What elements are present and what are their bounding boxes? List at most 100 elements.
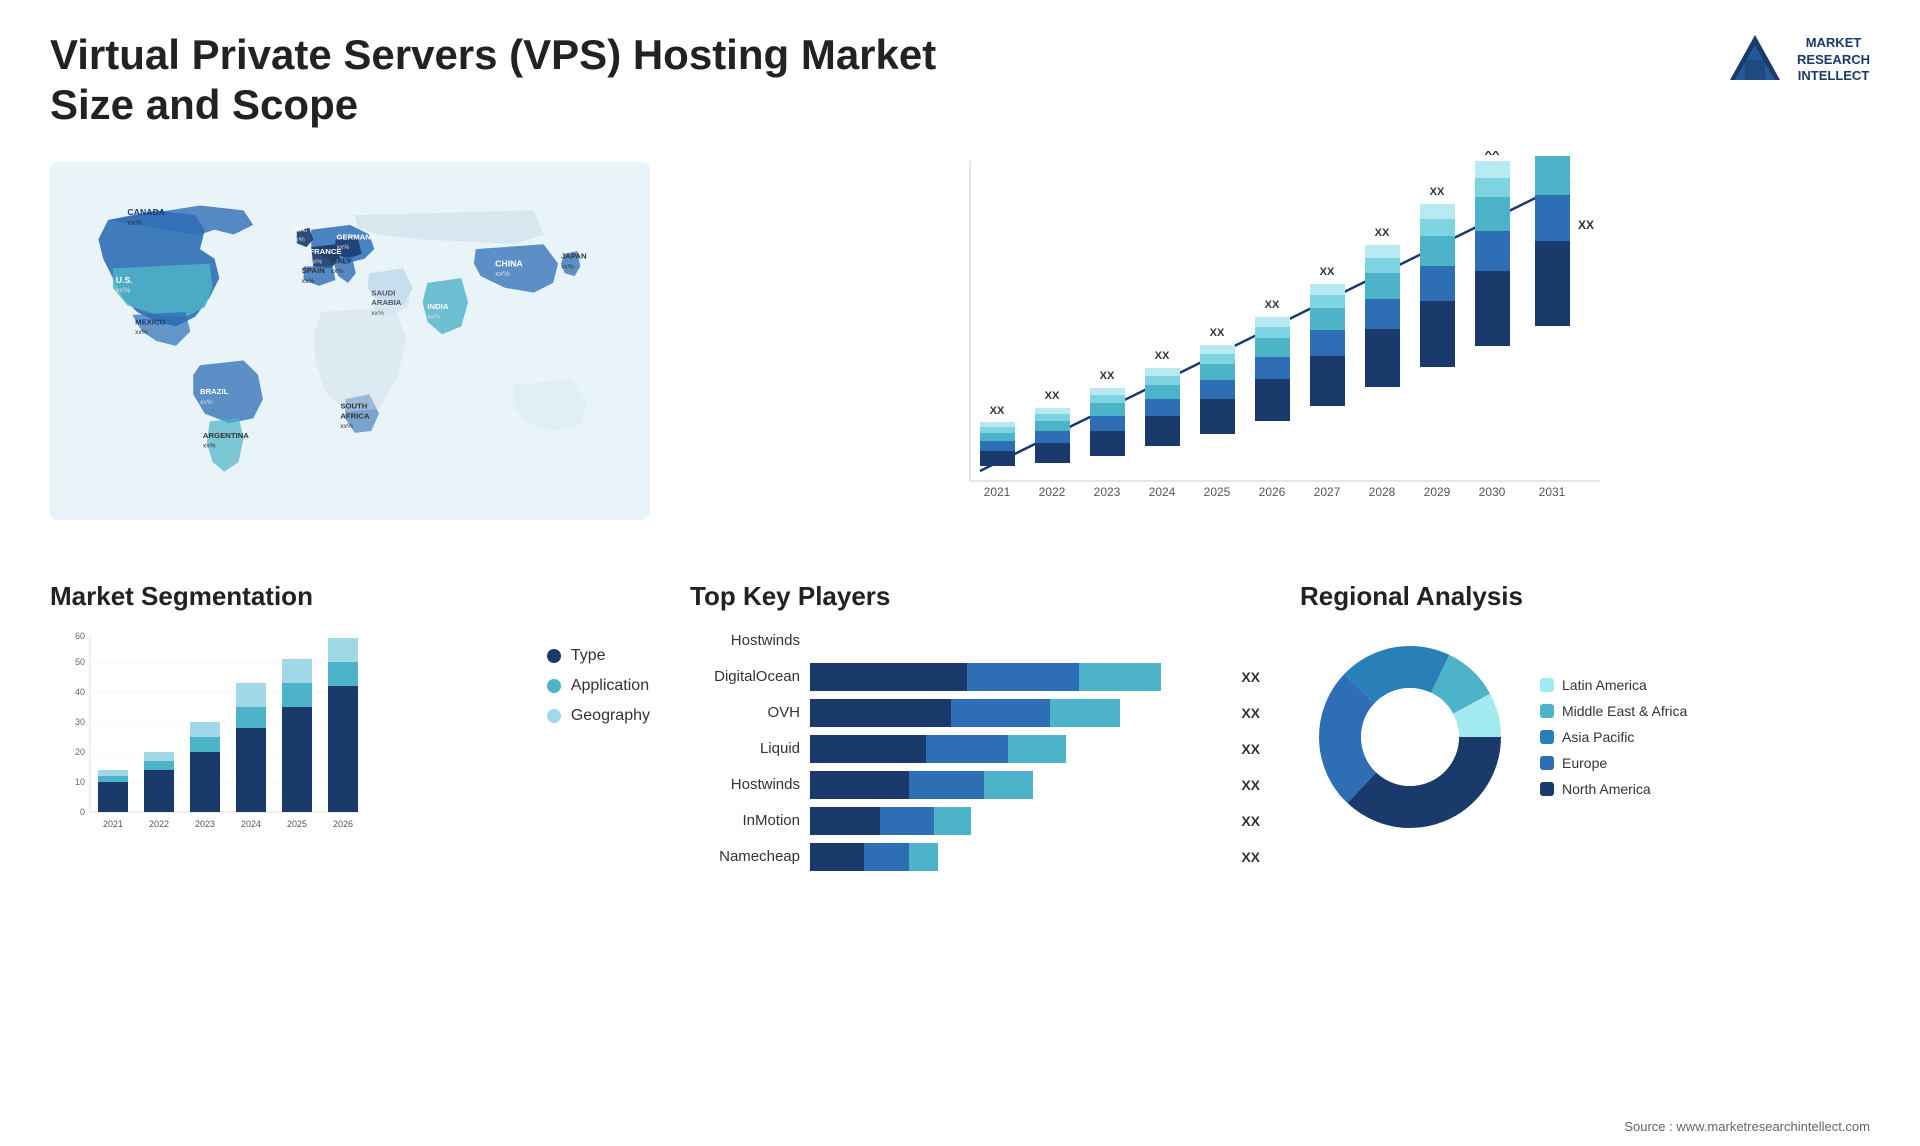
- player-name: InMotion: [690, 812, 800, 829]
- svg-text:JAPAN: JAPAN: [561, 252, 587, 261]
- regional-analysis-section: Regional Analysis Latin: [1280, 571, 1890, 889]
- legend-item-geography: Geography: [547, 707, 650, 725]
- player-row-digitalocean: DigitalOcean XX: [690, 663, 1260, 691]
- svg-text:xx%: xx%: [309, 258, 322, 265]
- svg-text:SAUDI: SAUDI: [371, 288, 395, 297]
- svg-text:XX: XX: [1265, 299, 1280, 311]
- player-value: XX: [1241, 777, 1260, 793]
- svg-text:XX: XX: [1375, 227, 1390, 239]
- donut-container: Latin America Middle East & Africa Asia …: [1300, 627, 1870, 847]
- latin-america-dot: [1540, 678, 1554, 692]
- player-row-inmotion: InMotion XX: [690, 807, 1260, 835]
- player-name: Hostwinds: [690, 776, 800, 793]
- logo-text: MARKET RESEARCH INTELLECT: [1797, 35, 1870, 86]
- svg-text:SPAIN: SPAIN: [302, 266, 325, 275]
- middle-east-label: Middle East & Africa: [1562, 703, 1687, 719]
- map-section: CANADA xx% U.S. xx% MEXICO xx% BRAZIL xx…: [30, 141, 670, 571]
- player-bar: [810, 771, 1223, 799]
- svg-text:SOUTH: SOUTH: [340, 402, 367, 411]
- logo-area: MARKET RESEARCH INTELLECT: [1725, 30, 1870, 90]
- segmentation-title: Market Segmentation: [50, 581, 650, 612]
- player-value: XX: [1241, 813, 1260, 829]
- svg-text:XX: XX: [1100, 370, 1115, 382]
- legend-north-america: North America: [1540, 781, 1687, 797]
- geography-label: Geography: [571, 707, 650, 725]
- svg-text:xx%: xx%: [340, 423, 353, 430]
- player-bar: [810, 627, 1260, 655]
- player-name: DigitalOcean: [690, 668, 800, 685]
- svg-text:xx%: xx%: [561, 263, 574, 270]
- svg-text:2021: 2021: [984, 485, 1011, 499]
- application-dot: [547, 679, 561, 693]
- svg-text:2022: 2022: [1039, 485, 1066, 499]
- bar-chart-section: XX 2021 XX 2022 XX 2023: [670, 141, 1890, 571]
- svg-text:xx%: xx%: [292, 236, 305, 243]
- svg-text:XX: XX: [990, 405, 1005, 417]
- svg-text:xx%: xx%: [331, 268, 344, 275]
- svg-text:2026: 2026: [1259, 485, 1286, 499]
- svg-text:30: 30: [75, 717, 85, 727]
- segmentation-svg: 0 10 20 30 40 50 60 2021: [50, 627, 370, 847]
- svg-text:CHINA: CHINA: [495, 258, 523, 268]
- player-row-liquid: Liquid XX: [690, 735, 1260, 763]
- seg-chart-area: 0 10 20 30 40 50 60 2021: [50, 627, 650, 847]
- legend-item-application: Application: [547, 677, 650, 695]
- svg-text:2021: 2021: [103, 819, 123, 829]
- player-value: XX: [1241, 669, 1260, 685]
- bar-chart-container: XX 2021 XX 2022 XX 2023: [690, 151, 1850, 531]
- asia-pacific-label: Asia Pacific: [1562, 729, 1634, 745]
- player-name: OVH: [690, 704, 800, 721]
- header: Virtual Private Servers (VPS) Hosting Ma…: [0, 0, 1920, 141]
- player-name: Liquid: [690, 740, 800, 757]
- legend-europe: Europe: [1540, 755, 1687, 771]
- svg-text:ARABIA: ARABIA: [371, 298, 401, 307]
- world-map-svg: CANADA xx% U.S. xx% MEXICO xx% BRAZIL xx…: [50, 151, 650, 531]
- svg-text:xx%: xx%: [336, 244, 349, 251]
- svg-text:2028: 2028: [1369, 485, 1396, 499]
- svg-text:xx%: xx%: [427, 314, 440, 321]
- svg-text:2030: 2030: [1479, 485, 1506, 499]
- svg-text:10: 10: [75, 777, 85, 787]
- legend-middle-east-africa: Middle East & Africa: [1540, 703, 1687, 719]
- asia-pacific-dot: [1540, 730, 1554, 744]
- geography-dot: [547, 709, 561, 723]
- europe-dot: [1540, 756, 1554, 770]
- svg-text:INDIA: INDIA: [427, 302, 448, 311]
- main-content: CANADA xx% U.S. xx% MEXICO xx% BRAZIL xx…: [0, 141, 1920, 889]
- world-map-container: CANADA xx% U.S. xx% MEXICO xx% BRAZIL xx…: [50, 151, 650, 531]
- svg-text:ARGENTINA: ARGENTINA: [203, 431, 249, 440]
- svg-text:XX: XX: [1578, 218, 1594, 232]
- svg-text:40: 40: [75, 687, 85, 697]
- svg-text:2029: 2029: [1424, 485, 1451, 499]
- player-value: XX: [1241, 741, 1260, 757]
- player-bar: [810, 699, 1223, 727]
- growth-bar-chart: XX 2021 XX 2022 XX 2023: [690, 151, 1850, 531]
- market-segmentation-section: Market Segmentation 0 10 20 3: [30, 571, 670, 889]
- svg-text:xx%: xx%: [371, 310, 384, 317]
- svg-text:20: 20: [75, 747, 85, 757]
- svg-text:AFRICA: AFRICA: [340, 411, 370, 420]
- player-row-namecheap: Namecheap XX: [690, 843, 1260, 871]
- player-value: XX: [1241, 849, 1260, 865]
- svg-text:XX: XX: [1045, 390, 1060, 402]
- north-america-dot: [1540, 782, 1554, 796]
- seg-chart: 0 10 20 30 40 50 60 2021: [50, 627, 527, 847]
- svg-text:GERMANY: GERMANY: [336, 232, 376, 241]
- svg-text:XX: XX: [1430, 186, 1445, 198]
- latin-america-label: Latin America: [1562, 677, 1647, 693]
- svg-text:XX: XX: [1210, 327, 1225, 339]
- player-name: Namecheap: [690, 848, 800, 865]
- bottom-right: Top Key Players Hostwinds DigitalOcean X…: [670, 571, 1890, 889]
- player-row-hostwinds1: Hostwinds: [690, 627, 1260, 655]
- north-america-label: North America: [1562, 781, 1651, 797]
- svg-text:2031: 2031: [1539, 485, 1566, 499]
- source-text: Source : www.marketresearchintellect.com: [1624, 1119, 1870, 1134]
- player-row-ovh: OVH XX: [690, 699, 1260, 727]
- svg-text:xx%: xx%: [135, 329, 148, 336]
- page-title: Virtual Private Servers (VPS) Hosting Ma…: [50, 30, 950, 131]
- type-dot: [547, 649, 561, 663]
- player-row-hostwinds2: Hostwinds XX: [690, 771, 1260, 799]
- player-bar: [810, 843, 1223, 871]
- svg-text:xx%: xx%: [127, 218, 142, 227]
- player-bar: [810, 663, 1223, 691]
